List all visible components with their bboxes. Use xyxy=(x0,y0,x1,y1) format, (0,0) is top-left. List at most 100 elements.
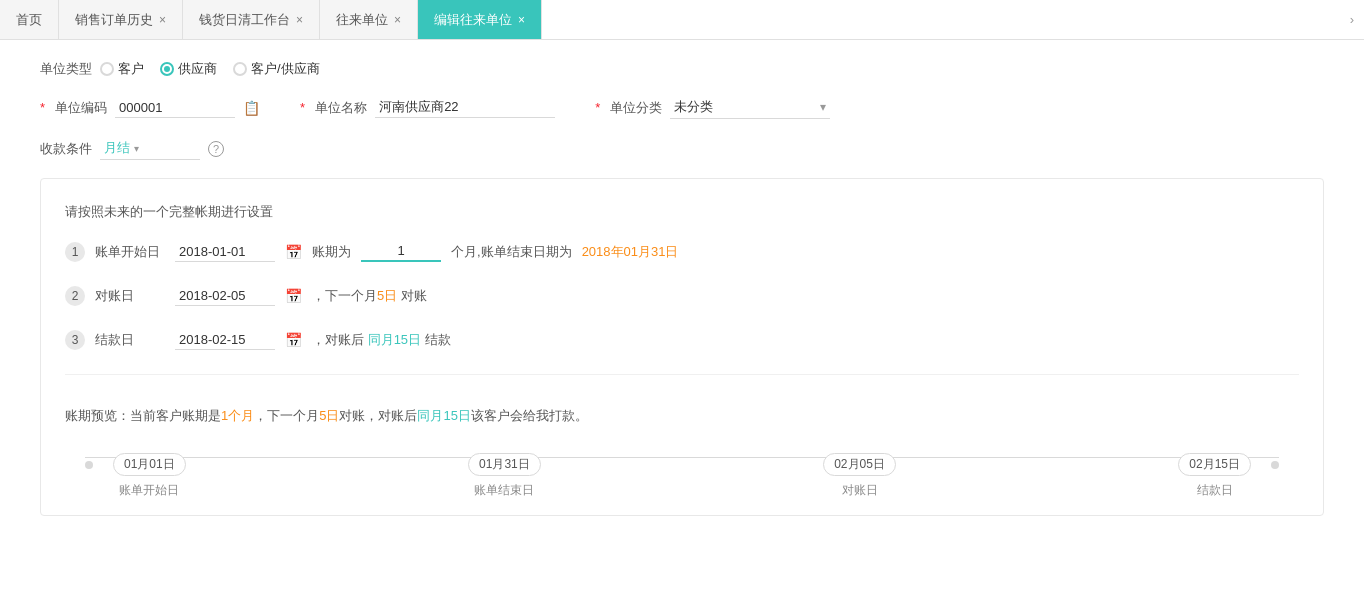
unit-code-calendar-icon[interactable]: 📋 xyxy=(243,100,260,116)
payment-date-input[interactable] xyxy=(175,330,275,350)
tab-bar: 首页 销售订单历史 × 钱货日清工作台 × 往来单位 × 编辑往来单位 × › xyxy=(0,0,1364,40)
unit-classify-value: 未分类 xyxy=(674,98,713,116)
timeline-item-0: 01月01日 账单开始日 xyxy=(113,453,186,499)
main-content: 单位类型 客户 供应商 客户/供应商 * 单位编码 📋 * xyxy=(0,40,1364,608)
tab-sales-order-history[interactable]: 销售订单历史 × xyxy=(59,0,183,39)
unit-code-label: 单位编码 xyxy=(55,99,107,117)
payment-day-highlight: 同月15日 xyxy=(368,332,421,347)
radio-supplier[interactable]: 供应商 xyxy=(160,60,217,78)
timeline-label-0: 账单开始日 xyxy=(119,482,179,499)
preview-sep2: 对账，对账后 xyxy=(339,408,417,423)
row-num-2: 2 xyxy=(65,286,85,306)
preview-part1: 1个月 xyxy=(221,408,254,423)
radio-customer-circle xyxy=(100,62,114,76)
payment-help-icon[interactable]: ? xyxy=(208,141,224,157)
row-num-1: 1 xyxy=(65,242,85,262)
unit-type-radio-group: 客户 供应商 客户/供应商 xyxy=(100,60,320,78)
setting-row-3: 3 结款日 📅 ，对账后 同月15日 结款 xyxy=(65,330,1299,350)
settings-card: 请按照未来的一个完整帐期进行设置 1 账单开始日 📅 账期为 个月,账单结束日期… xyxy=(40,178,1324,516)
tab-sales-label: 销售订单历史 xyxy=(75,11,153,29)
unit-type-row: 单位类型 客户 供应商 客户/供应商 xyxy=(40,60,1324,78)
unit-classify-label: 单位分类 xyxy=(610,99,662,117)
tab-more-arrow[interactable]: › xyxy=(1340,0,1364,39)
timeline-badge-0: 01月01日 xyxy=(113,453,186,476)
preview-part2: 5日 xyxy=(319,408,339,423)
payment-cond-label: 收款条件 xyxy=(40,140,92,158)
start-date-cal-icon[interactable]: 📅 xyxy=(285,244,302,260)
tab-partner-close-icon[interactable]: × xyxy=(394,13,401,27)
tab-edit-partner-label: 编辑往来单位 xyxy=(434,11,512,29)
unit-classify-star: * xyxy=(595,100,600,115)
preview-text: 账期预览：当前客户账期是1个月，下一个月5日对账，对账后同月15日该客户会给我打… xyxy=(65,407,1299,425)
unit-classify-select[interactable]: 未分类 ▾ xyxy=(670,96,830,119)
radio-customer-supplier-circle xyxy=(233,62,247,76)
payment-cond-row: 收款条件 月结 ▾ ? xyxy=(40,137,1324,160)
preview-part3: 同月15日 xyxy=(417,408,470,423)
timeline-right-dot xyxy=(1271,461,1279,469)
preview-label: 账期预览：当前客户账期是 xyxy=(65,408,221,423)
timeline-item-1: 01月31日 账单结束日 xyxy=(468,453,541,499)
tab-cash-ledger[interactable]: 钱货日清工作台 × xyxy=(183,0,320,39)
radio-customer-supplier[interactable]: 客户/供应商 xyxy=(233,60,320,78)
radio-customer-supplier-label: 客户/供应商 xyxy=(251,60,320,78)
payment-desc: ，对账后 同月15日 结款 xyxy=(312,331,451,349)
unit-name-group: * 单位名称 xyxy=(300,98,555,118)
unit-code-group: * 单位编码 📋 xyxy=(40,98,260,118)
tab-edit-partner-unit[interactable]: 编辑往来单位 × xyxy=(418,0,542,39)
period-input[interactable] xyxy=(361,241,441,262)
card-title: 请按照未来的一个完整帐期进行设置 xyxy=(65,203,1299,221)
timeline-item-2: 02月05日 对账日 xyxy=(823,453,896,499)
unit-code-input[interactable] xyxy=(115,98,235,118)
payment-cond-select[interactable]: 月结 ▾ xyxy=(100,137,200,160)
row-num-3: 3 xyxy=(65,330,85,350)
timeline-badge-3: 02月15日 xyxy=(1178,453,1251,476)
payment-date-cal-icon[interactable]: 📅 xyxy=(285,332,302,348)
unit-name-label: 单位名称 xyxy=(315,99,367,117)
unit-name-input[interactable] xyxy=(375,98,555,118)
tab-sales-close-icon[interactable]: × xyxy=(159,13,166,27)
period-desc-before: 账期为 xyxy=(312,243,351,261)
setting-row-2: 2 对账日 📅 ，下一个月5日 对账 xyxy=(65,286,1299,306)
timeline-left-dot xyxy=(85,461,93,469)
setting-row-1: 1 账单开始日 📅 账期为 个月,账单结束日期为 2018年01月31日 xyxy=(65,241,1299,262)
row-label-2: 对账日 xyxy=(95,287,165,305)
radio-supplier-circle xyxy=(160,62,174,76)
radio-customer[interactable]: 客户 xyxy=(100,60,144,78)
timeline-label-2: 对账日 xyxy=(842,482,878,499)
classify-dropdown-icon: ▾ xyxy=(820,100,826,114)
radio-customer-label: 客户 xyxy=(118,60,144,78)
tab-partner-label: 往来单位 xyxy=(336,11,388,29)
timeline-container: 01月01日 账单开始日 01月31日 账单结束日 02月05日 对账日 02月… xyxy=(65,445,1299,499)
row-label-1: 账单开始日 xyxy=(95,243,165,261)
tab-partner-unit[interactable]: 往来单位 × xyxy=(320,0,418,39)
tab-cash-label: 钱货日清工作台 xyxy=(199,11,290,29)
timeline-item-3: 02月15日 结款日 xyxy=(1178,453,1251,499)
start-date-input[interactable] xyxy=(175,242,275,262)
tab-home[interactable]: 首页 xyxy=(0,0,59,39)
tab-home-label: 首页 xyxy=(16,11,42,29)
preview-sep3: 该客户会给我打款。 xyxy=(471,408,588,423)
reconcile-date-input[interactable] xyxy=(175,286,275,306)
period-end-date: 2018年01月31日 xyxy=(582,243,679,261)
reconcile-date-cal-icon[interactable]: 📅 xyxy=(285,288,302,304)
period-desc-after: 个月,账单结束日期为 xyxy=(451,243,572,261)
preview-section: 账期预览：当前客户账期是1个月，下一个月5日对账，对账后同月15日该客户会给我打… xyxy=(65,391,1299,499)
timeline-badge-1: 01月31日 xyxy=(468,453,541,476)
preview-sep1: ，下一个月 xyxy=(254,408,319,423)
reconcile-day-highlight: 5日 xyxy=(377,288,397,303)
unit-info-row: * 单位编码 📋 * 单位名称 * 单位分类 未分类 ▾ xyxy=(40,96,1324,119)
payment-cond-dropdown-icon: ▾ xyxy=(134,143,139,154)
timeline-label-3: 结款日 xyxy=(1197,482,1233,499)
radio-supplier-label: 供应商 xyxy=(178,60,217,78)
payment-cond-value: 月结 xyxy=(104,139,130,157)
tab-edit-partner-close-icon[interactable]: × xyxy=(518,13,525,27)
timeline-badge-2: 02月05日 xyxy=(823,453,896,476)
row-label-3: 结款日 xyxy=(95,331,165,349)
unit-type-label: 单位类型 xyxy=(40,60,92,78)
tab-cash-close-icon[interactable]: × xyxy=(296,13,303,27)
unit-code-star: * xyxy=(40,100,45,115)
reconcile-desc: ，下一个月5日 对账 xyxy=(312,287,427,305)
timeline-items: 01月01日 账单开始日 01月31日 账单结束日 02月05日 对账日 02月… xyxy=(93,453,1271,499)
timeline-label-1: 账单结束日 xyxy=(474,482,534,499)
unit-name-star: * xyxy=(300,100,305,115)
